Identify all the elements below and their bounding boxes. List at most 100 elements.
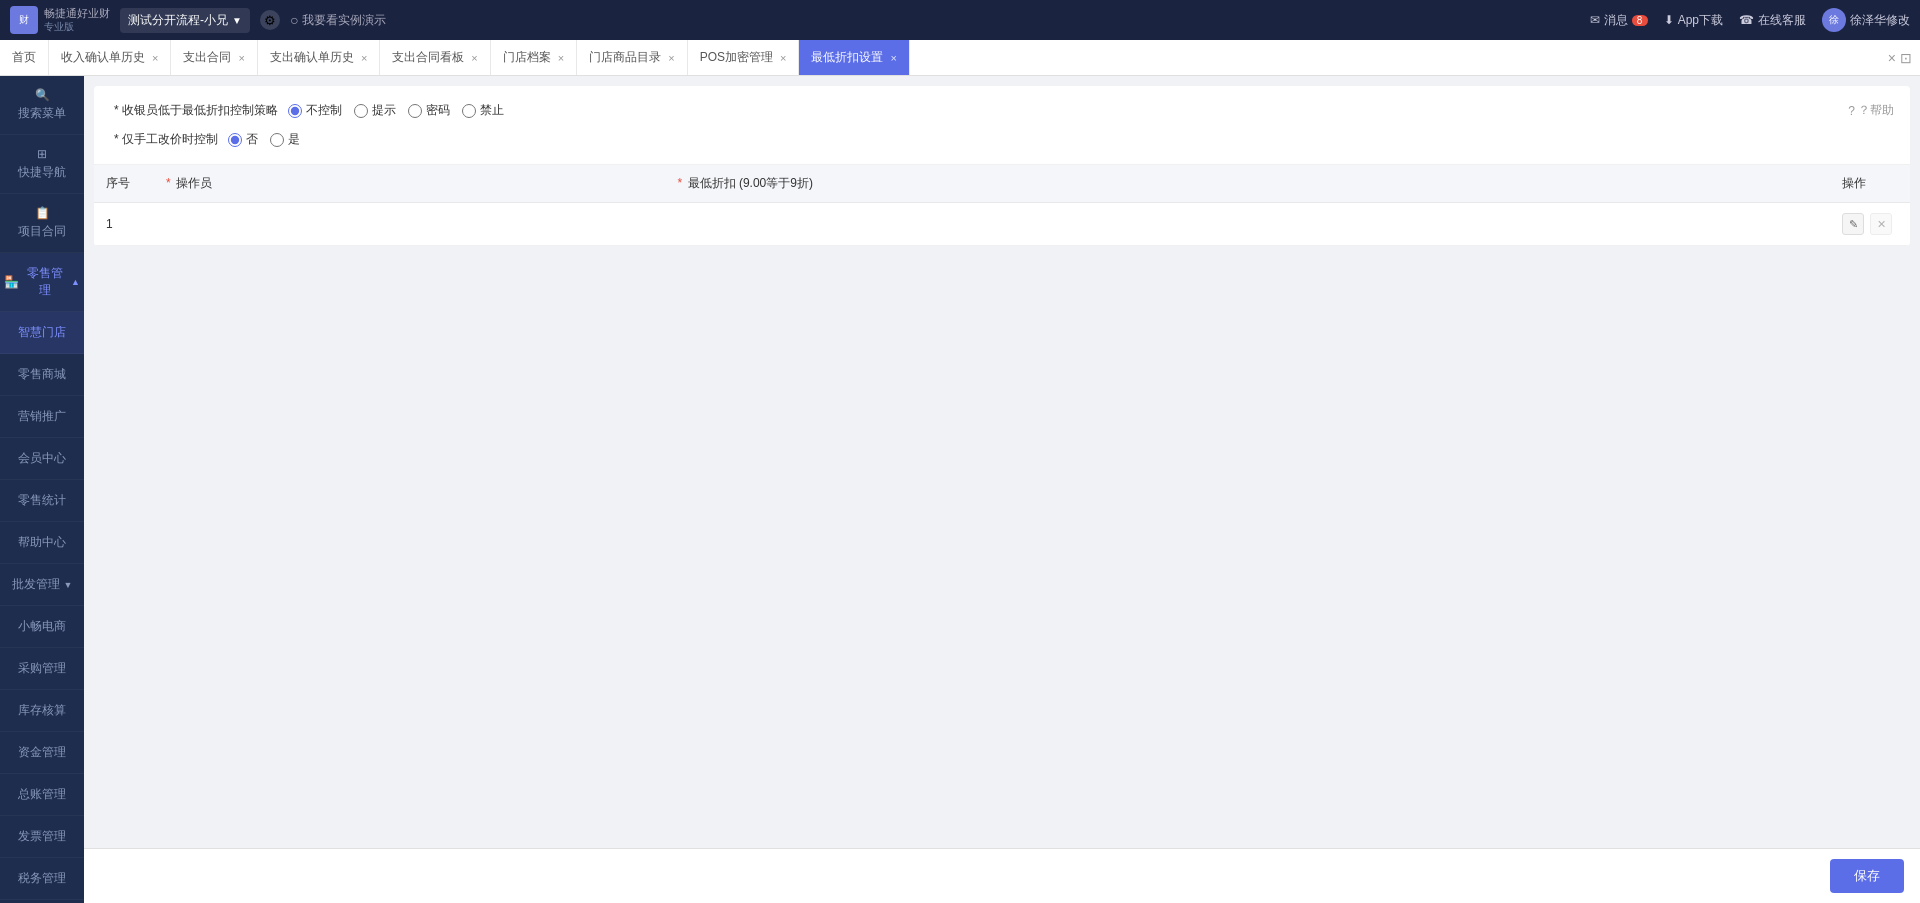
policy-no-control-input[interactable] [288, 104, 302, 118]
sidebar-member-center-label: 会员中心 [18, 450, 66, 467]
sidebar-search-label: 搜索菜单 [18, 105, 66, 122]
tab-payment-board-close[interactable]: × [471, 52, 477, 64]
tab-store-file[interactable]: 门店档案 × [491, 40, 577, 75]
message-icon: ✉ [1590, 13, 1600, 27]
sidebar-item-invoice-mgmt[interactable]: 发票管理 [0, 816, 84, 858]
tab-income-confirm[interactable]: 收入确认单历史 × [49, 40, 171, 75]
manual-no[interactable]: 否 [228, 131, 258, 148]
policy-forbidden[interactable]: 禁止 [462, 102, 504, 119]
logo-text-1: 畅捷通好业财 [44, 7, 110, 20]
tab-expand-icon[interactable]: ⊡ [1900, 50, 1912, 66]
top-bar-right: ✉ 消息 8 ⬇ App下载 ☎ 在线客服 徐 徐泽华修改 [1590, 8, 1910, 32]
sidebar-item-marketing[interactable]: 营销推广 [0, 396, 84, 438]
cell-operator [154, 203, 666, 246]
tab-payment-confirm-close[interactable]: × [361, 52, 367, 64]
policy-no-control[interactable]: 不控制 [288, 102, 342, 119]
policy-password-input[interactable] [408, 104, 422, 118]
tab-store-product-label: 门店商品目录 [589, 49, 661, 66]
policy-radio-group: 不控制 提示 密码 禁 [288, 102, 504, 119]
sidebar-help-center-label: 帮助中心 [18, 534, 66, 551]
sidebar-item-retail-mgmt[interactable]: 🏪 零售管理 ▲ [0, 253, 84, 312]
tab-income-confirm-close[interactable]: × [152, 52, 158, 64]
sidebar-item-member-center[interactable]: 会员中心 [0, 438, 84, 480]
form-section: * 收银员低于最低折扣控制策略 不控制 提示 [94, 86, 1910, 165]
manual-yes-input[interactable] [270, 133, 284, 147]
messages-item[interactable]: ✉ 消息 8 [1590, 12, 1648, 29]
tab-store-product[interactable]: 门店商品目录 × [577, 40, 687, 75]
sidebar-tax-mgmt-label: 税务管理 [18, 870, 66, 887]
tab-payment-confirm-label: 支出确认单历史 [270, 49, 354, 66]
sidebar-item-retail-stats[interactable]: 零售统计 [0, 480, 84, 522]
data-table: 序号 * 操作员 * 最低折扣 (9.00等于9折) 操作 [94, 165, 1910, 246]
sidebar-item-inventory[interactable]: 库存核算 [0, 690, 84, 732]
gear-icon[interactable]: ⚙ [260, 10, 280, 30]
sidebar-item-ledger[interactable]: 总账管理 [0, 774, 84, 816]
sidebar-item-tax-mgmt[interactable]: 税务管理 [0, 858, 84, 900]
policy-tip[interactable]: 提示 [354, 102, 396, 119]
message-badge: 8 [1632, 15, 1648, 26]
sidebar-item-search[interactable]: 🔍 搜索菜单 [0, 76, 84, 135]
policy-tip-label: 提示 [372, 102, 396, 119]
tab-payment-contract-label: 支出合同 [183, 49, 231, 66]
help-label: ？帮助 [1858, 102, 1894, 119]
sidebar-item-batch-mgmt[interactable]: 批发管理 ▼ [0, 564, 84, 606]
policy-label: * 收银员低于最低折扣控制策略 [114, 102, 278, 119]
help-link[interactable]: ? ？帮助 [1848, 102, 1894, 119]
tab-payment-board[interactable]: 支出合同看板 × [380, 40, 490, 75]
sidebar-inventory-label: 库存核算 [18, 702, 66, 719]
sidebar-item-capital-mgmt[interactable]: 资金管理 [0, 732, 84, 774]
tab-payment-confirm[interactable]: 支出确认单历史 × [258, 40, 380, 75]
sidebar-item-ecommerce[interactable]: 小畅电商 [0, 606, 84, 648]
headset-icon: ☎ [1739, 13, 1754, 27]
tab-pos-password-close[interactable]: × [780, 52, 786, 64]
sidebar: 🔍 搜索菜单 ⊞ 快捷导航 📋 项目合同 🏪 零售管理 ▲ 智慧门店 零售商城 … [0, 76, 84, 903]
sidebar-marketing-label: 营销推广 [18, 408, 66, 425]
policy-forbidden-input[interactable] [462, 104, 476, 118]
sidebar-retail-mall-label: 零售商城 [18, 366, 66, 383]
policy-password[interactable]: 密码 [408, 102, 450, 119]
tab-home[interactable]: 首页 [0, 40, 49, 75]
policy-tip-input[interactable] [354, 104, 368, 118]
user-info-item[interactable]: 徐 徐泽华修改 [1822, 8, 1910, 32]
tab-bar: 首页 收入确认单历史 × 支出合同 × 支出确认单历史 × 支出合同看板 × 门… [0, 40, 1920, 76]
messages-label: 消息 [1604, 12, 1628, 29]
col-header-seq: 序号 [94, 165, 154, 203]
col-header-action: 操作 [1830, 165, 1910, 203]
app-download-item[interactable]: ⬇ App下载 [1664, 12, 1723, 29]
tab-min-discount[interactable]: 最低折扣设置 × [799, 40, 909, 75]
sidebar-item-smart-store[interactable]: 智慧门店 [0, 312, 84, 354]
sidebar-retail-stats-label: 零售统计 [18, 492, 66, 509]
demo-link[interactable]: ○ 我要看实例演示 [290, 12, 386, 29]
policy-form-row: * 收银员低于最低折扣控制策略 不控制 提示 [114, 102, 504, 119]
logo-icon: 财 [10, 6, 38, 34]
sidebar-item-quick-nav[interactable]: ⊞ 快捷导航 [0, 135, 84, 194]
tab-close-all-icon[interactable]: × [1888, 50, 1896, 66]
manual-yes[interactable]: 是 [270, 131, 300, 148]
tab-payment-contract-close[interactable]: × [238, 52, 244, 64]
tab-pos-password[interactable]: POS加密管理 × [688, 40, 800, 75]
sidebar-item-project-contract[interactable]: 📋 项目合同 [0, 194, 84, 253]
page-content: * 收银员低于最低折扣控制策略 不控制 提示 [94, 86, 1910, 246]
delete-row-button[interactable]: ✕ [1870, 213, 1892, 235]
cell-action: ✎ ✕ [1830, 203, 1910, 246]
sidebar-item-retail-mall[interactable]: 零售商城 [0, 354, 84, 396]
tab-min-discount-close[interactable]: × [890, 52, 896, 64]
edit-row-button[interactable]: ✎ [1842, 213, 1864, 235]
online-service-item[interactable]: ☎ 在线客服 [1739, 12, 1806, 29]
project-selector[interactable]: 测试分开流程-小兄 ▼ [120, 8, 250, 33]
table-header: 序号 * 操作员 * 最低折扣 (9.00等于9折) 操作 [94, 165, 1910, 203]
manual-no-input[interactable] [228, 133, 242, 147]
table-section: 序号 * 操作员 * 最低折扣 (9.00等于9折) 操作 [94, 165, 1910, 246]
app-download-label: App下载 [1678, 12, 1723, 29]
tab-payment-contract[interactable]: 支出合同 × [171, 40, 257, 75]
tab-store-file-close[interactable]: × [558, 52, 564, 64]
sidebar-item-help-center[interactable]: 帮助中心 [0, 522, 84, 564]
tab-store-product-close[interactable]: × [668, 52, 674, 64]
policy-forbidden-label: 禁止 [480, 102, 504, 119]
user-name: 徐泽华修改 [1850, 12, 1910, 29]
sidebar-batch-mgmt-label: 批发管理 [12, 576, 60, 593]
sidebar-invoice-mgmt-label: 发票管理 [18, 828, 66, 845]
sidebar-item-purchase-mgmt[interactable]: 采购管理 [0, 648, 84, 690]
chevron-down-icon: ▼ [232, 15, 242, 26]
save-button[interactable]: 保存 [1830, 859, 1904, 893]
